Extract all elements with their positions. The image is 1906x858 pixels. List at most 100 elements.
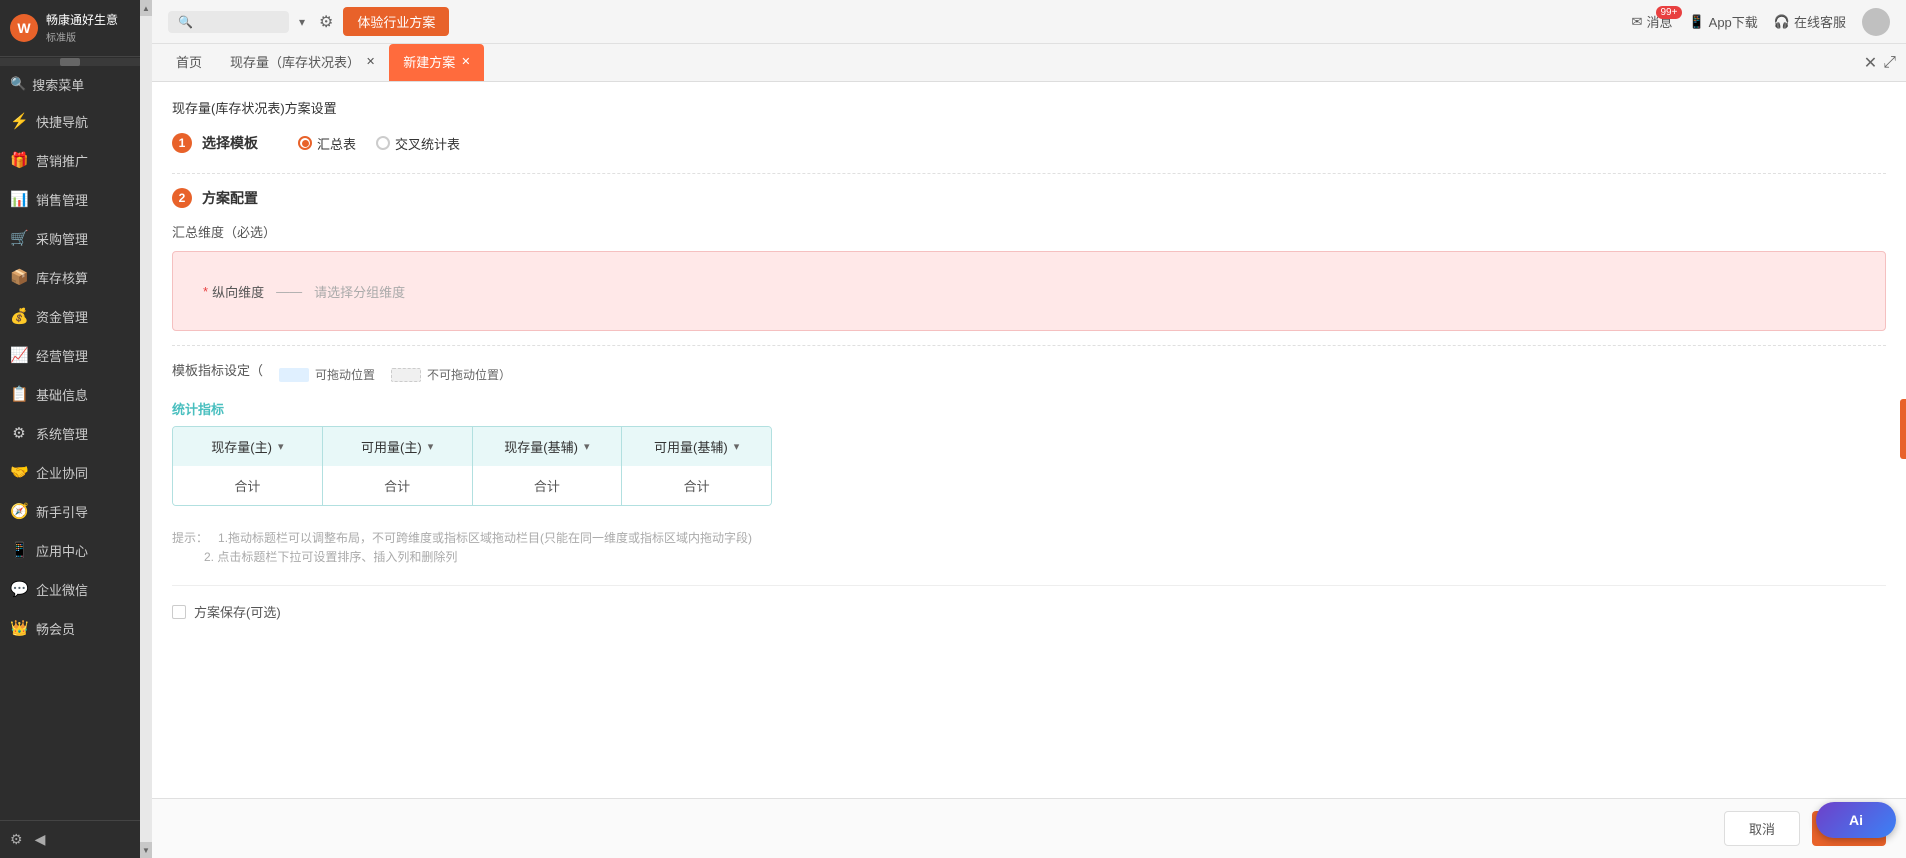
sidebar-item-purchase[interactable]: 🛒 采购管理 <box>0 219 140 258</box>
sidebar-item-basicinfo[interactable]: 📋 基础信息 <box>0 375 140 414</box>
headset-icon: 🎧 <box>1774 14 1790 30</box>
fixed-label: 不可拖动位置） <box>427 366 511 383</box>
topbar-right: ✉ 消息 99+ 📱 App下载 🎧 在线客服 <box>1632 8 1890 36</box>
sidebar-newguide-label: 新手引导 <box>36 502 88 521</box>
sidebar-item-collab[interactable]: 🤝 企业协同 <box>0 453 140 492</box>
sidebar-nav: 🔍 搜索菜单 ⚡ 快捷导航 🎁 营销推广 📊 销售管理 🛒 采购管理 📦 库存核… <box>0 67 140 820</box>
footer: 取消 查询 <box>152 798 1906 858</box>
radio-summary-circle <box>298 136 312 150</box>
indicators-label: 模板指标设定（ <box>172 360 263 379</box>
stats-col-3[interactable]: 可用量(基辅) ▾ <box>622 427 771 466</box>
save-section: 方案保存(可选) <box>172 585 1886 621</box>
sidebar-item-wechat[interactable]: 💬 企业微信 <box>0 570 140 609</box>
phone-icon: 📱 <box>1688 14 1704 30</box>
sidebar-quicknav-label: 快捷导航 <box>36 112 88 131</box>
stats-col-3-label: 可用量(基辅) <box>654 437 728 456</box>
tab-new-plan[interactable]: 新建方案 ✕ <box>389 44 484 81</box>
draggable-label: 可拖动位置 <box>315 366 375 383</box>
topbar-dropdown-icon[interactable]: ▾ <box>299 15 305 29</box>
stats-body-1: 合计 <box>323 466 473 505</box>
sidebar-operations-label: 经营管理 <box>36 346 88 365</box>
inventory-icon: 📦 <box>10 268 28 286</box>
tabbar: 首页 现存量（库存状况表） ✕ 新建方案 ✕ ✕ ⤢ <box>152 44 1906 82</box>
content-area: 现存量(库存状况表)方案设置 1 选择模板 汇总表 交叉统计表 <box>152 82 1906 798</box>
stats-col-0-label: 现存量(主) <box>211 437 272 456</box>
sidebar-finance-label: 资金管理 <box>36 307 88 326</box>
tips-prefix: 提示： <box>172 531 208 545</box>
tab-new-plan-close[interactable]: ✕ <box>461 55 470 68</box>
sidebar-item-marketing[interactable]: 🎁 营销推广 <box>0 141 140 180</box>
stats-table-header: 现存量(主) ▾ 可用量(主) ▾ 现存量(基辅) ▾ 可用量(基辅) <box>173 427 771 466</box>
tab-inventory-close[interactable]: ✕ <box>366 55 375 68</box>
save-checkbox[interactable] <box>172 605 186 619</box>
radio-summary-label: 汇总表 <box>317 134 356 153</box>
app-version: 标准版 <box>46 29 118 44</box>
sidebar-item-quicknav[interactable]: ⚡ 快捷导航 <box>0 102 140 141</box>
stats-col-1[interactable]: 可用量(主) ▾ <box>323 427 473 466</box>
settings-footer-btn[interactable]: ⚙ <box>10 831 23 848</box>
app-download-btn[interactable]: 📱 App下载 <box>1688 12 1757 31</box>
legend-draggable: 可拖动位置 <box>279 366 375 383</box>
radio-cross-circle <box>376 136 390 150</box>
stats-col-2[interactable]: 现存量(基辅) ▾ <box>473 427 623 466</box>
sidebar-item-vip[interactable]: 👑 畅会员 <box>0 609 140 648</box>
sidebar-scrollbar[interactable]: ▲ ▼ <box>140 0 152 858</box>
tab-home[interactable]: 首页 <box>162 44 216 81</box>
tab-inventory[interactable]: 现存量（库存状况表） ✕ <box>216 44 389 81</box>
topbar-search-box[interactable]: 🔍 <box>168 11 289 33</box>
tips-section: 提示： 1.拖动标题栏可以调整布局，不可跨维度或指标区域拖动栏目(只能在同一维度… <box>172 529 1886 565</box>
fixed-box <box>391 368 421 382</box>
topbar-search-input[interactable] <box>199 15 279 29</box>
dimension-box[interactable]: * 纵向维度 —— 请选择分组维度 <box>172 251 1886 331</box>
newguide-icon: 🧭 <box>10 502 28 520</box>
tabbar-expand-icon[interactable]: ⤢ <box>1883 54 1896 72</box>
service-btn[interactable]: 🎧 在线客服 <box>1774 12 1846 31</box>
sidebar-marketing-label: 营销推广 <box>36 151 88 170</box>
sidebar-item-search[interactable]: 🔍 搜索菜单 <box>0 67 140 102</box>
sidebar-item-appcenter[interactable]: 📱 应用中心 <box>0 531 140 570</box>
scroll-up-btn[interactable]: ▲ <box>140 0 152 16</box>
trial-btn[interactable]: 体验行业方案 <box>343 7 449 36</box>
sidebar-item-finance[interactable]: 💰 资金管理 <box>0 297 140 336</box>
search-icon: 🔍 <box>10 76 26 92</box>
step2-title: 方案配置 <box>202 188 258 208</box>
indicator-legend: 模板指标设定（ 可拖动位置 不可拖动位置） <box>172 360 1886 389</box>
tabbar-close-icon[interactable]: ✕ <box>1864 53 1877 73</box>
right-side-indicator <box>1900 399 1906 459</box>
radio-summary[interactable]: 汇总表 <box>298 134 356 153</box>
stats-table: 现存量(主) ▾ 可用量(主) ▾ 现存量(基辅) ▾ 可用量(基辅) <box>172 426 772 506</box>
operations-icon: 📈 <box>10 346 28 364</box>
sidebar-item-system[interactable]: ⚙ 系统管理 <box>0 414 140 453</box>
vip-icon: 👑 <box>10 619 28 637</box>
scroll-down-btn[interactable]: ▼ <box>140 842 152 858</box>
legend-fixed: 不可拖动位置） <box>391 366 511 383</box>
tab-inventory-label: 现存量（库存状况表） <box>230 52 360 71</box>
stats-col-2-label: 现存量(基辅) <box>504 437 578 456</box>
step2-header: 2 方案配置 <box>172 188 1886 208</box>
sidebar-item-inventory[interactable]: 📦 库存核算 <box>0 258 140 297</box>
user-avatar[interactable] <box>1862 8 1890 36</box>
tips-item-1-text: 2. 点击标题栏下拉可设置排序、插入列和删除列 <box>204 550 457 564</box>
step1-title: 选择模板 <box>202 133 258 153</box>
app-download-label: App下载 <box>1709 12 1758 31</box>
collapse-footer-btn[interactable]: ◀ <box>35 831 46 848</box>
radio-cross[interactable]: 交叉统计表 <box>376 134 460 153</box>
cancel-btn[interactable]: 取消 <box>1724 811 1800 846</box>
sidebar-item-sales[interactable]: 📊 销售管理 <box>0 180 140 219</box>
message-btn[interactable]: ✉ 消息 99+ <box>1632 12 1673 31</box>
step2-badge: 2 <box>172 188 192 208</box>
sidebar-item-newguide[interactable]: 🧭 新手引导 <box>0 492 140 531</box>
sidebar-footer: ⚙ ◀ <box>0 820 140 858</box>
dimension-label: 汇总维度（必选） <box>172 222 1886 241</box>
stats-title: 统计指标 <box>172 399 1886 418</box>
scroll-track <box>140 16 152 842</box>
sidebar: W 畅康通好生意 标准版 🔍 搜索菜单 ⚡ 快捷导航 🎁 营销推广 📊 销售管理 <box>0 0 140 858</box>
tab-new-plan-label: 新建方案 <box>403 52 455 71</box>
ai-fab-btn[interactable]: Ai <box>1816 802 1896 838</box>
dimension-required: * <box>203 284 208 299</box>
topbar-gear-icon[interactable]: ⚙ <box>319 12 333 32</box>
purchase-icon: 🛒 <box>10 229 28 247</box>
sidebar-logo: W 畅康通好生意 标准版 <box>0 0 140 57</box>
sidebar-item-operations[interactable]: 📈 经营管理 <box>0 336 140 375</box>
stats-col-0[interactable]: 现存量(主) ▾ <box>173 427 323 466</box>
